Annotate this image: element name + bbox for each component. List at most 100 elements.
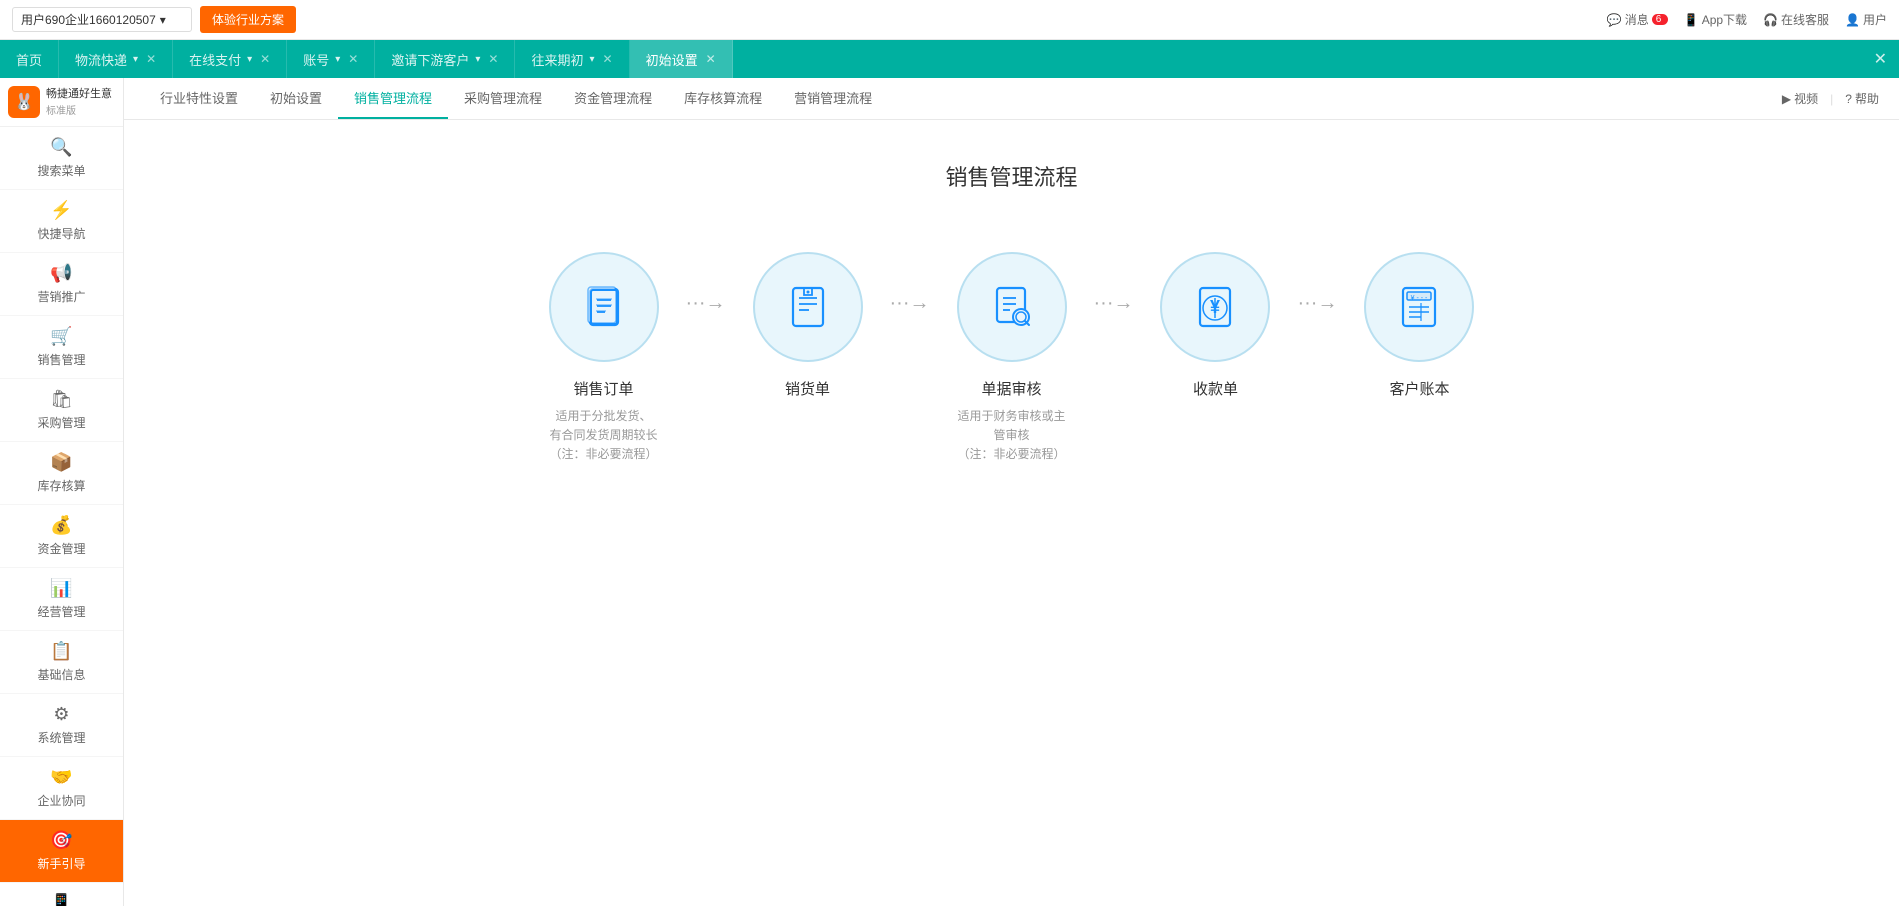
sidebar-item-quick[interactable]: ⚡ 快捷导航 — [0, 190, 123, 253]
lightning-icon: ⚡ — [50, 200, 72, 221]
sidebar-item-sales[interactable]: 🛒 销售管理 — [0, 316, 123, 379]
logo-icon: 🐰 — [8, 86, 40, 118]
sidebar-quick-label: 快捷导航 — [37, 225, 85, 242]
order-icon — [578, 281, 630, 333]
nav-tab-init-label: 初始设置 — [646, 50, 698, 69]
sidebar-item-operation[interactable]: 📊 经营管理 — [0, 568, 123, 631]
sidebar-finance-label: 资金管理 — [37, 540, 85, 557]
chevron-down-icon: ▾ — [133, 54, 138, 65]
user-avatar-btn[interactable]: 👤 用户 — [1845, 11, 1887, 28]
close-icon[interactable]: ✕ — [146, 52, 156, 66]
main-content: 行业特性设置 初始设置 销售管理流程 采购管理流程 资金管理流程 库存核算流程 … — [124, 78, 1899, 906]
flow-circle-delivery — [753, 252, 863, 362]
help-btn[interactable]: ? 帮助 — [1845, 90, 1879, 107]
delivery-icon — [782, 281, 834, 333]
sub-tab-marketing-flow[interactable]: 营销管理流程 — [778, 78, 888, 119]
video-label: 视频 — [1794, 90, 1818, 107]
sub-tab-marketing-flow-label: 营销管理流程 — [794, 88, 872, 107]
flow-title: 销售管理流程 — [945, 160, 1077, 192]
flow-step-sales-order: 销售订单 适用于分批发货、有合同发货周期较长（注：非必要流程） — [514, 252, 694, 465]
service-btn[interactable]: 🎧 在线客服 — [1763, 11, 1829, 28]
sidebar-item-search[interactable]: 🔍 搜索菜单 — [0, 127, 123, 190]
headset-icon: 🎧 — [1763, 13, 1778, 27]
nav-tab-home[interactable]: 首页 — [0, 40, 59, 78]
sidebar-search-label: 搜索菜单 — [37, 162, 85, 179]
nav-all-close-button[interactable]: ✕ — [1862, 40, 1899, 78]
sidebar-enterprise-label: 企业协同 — [37, 792, 85, 809]
sub-tab-industry-label: 行业特性设置 — [160, 88, 238, 107]
step-name-ledger: 客户账本 — [1389, 378, 1449, 399]
close-icon[interactable]: ✕ — [603, 52, 613, 66]
sub-tab-fund-flow-label: 资金管理流程 — [574, 88, 652, 107]
nav-tab-invite[interactable]: 邀请下游客户 ▾ ✕ — [375, 40, 515, 78]
money-icon: 💰 — [50, 515, 72, 536]
sidebar-item-guide[interactable]: 🎯 新手引导 — [0, 820, 123, 883]
review-icon — [986, 281, 1038, 333]
svg-text:¥ - - -: ¥ - - - — [1411, 295, 1428, 302]
sub-tab-init-label: 初始设置 — [270, 88, 322, 107]
message-label: 消息 — [1625, 11, 1649, 28]
flow-step-ledger: ¥ - - - 客户账本 — [1329, 252, 1509, 407]
sub-tab-sales-flow[interactable]: 销售管理流程 — [338, 78, 448, 119]
close-icon[interactable]: ✕ — [488, 52, 498, 66]
divider: | — [1830, 92, 1833, 106]
nav-tab-init[interactable]: 初始设置 ✕ — [630, 40, 733, 78]
user-select[interactable]: 用户690企业1660120507 ▾ — [12, 7, 192, 32]
clipboard-icon: 📋 — [50, 641, 72, 662]
app-download-btn[interactable]: 📱 App下载 — [1684, 11, 1747, 28]
receipt-icon: ¥ — [1189, 281, 1241, 333]
sidebar-item-purchase[interactable]: 🛍 采购管理 — [0, 379, 123, 442]
logo-version: 标准版 — [46, 102, 112, 117]
header-right: 💬 消息 6 📱 App下载 🎧 在线客服 👤 用户 — [1607, 11, 1887, 28]
video-help-btn[interactable]: ▶ 视频 — [1782, 90, 1818, 107]
message-btn[interactable]: 💬 消息 6 — [1607, 11, 1668, 28]
nav-tab-payment[interactable]: 在线支付 ▾ ✕ — [173, 40, 287, 78]
sidebar-item-apps[interactable]: 📱 应用中心 — [0, 883, 123, 906]
nav-tabs: 首页 物流快递 ▾ ✕ 在线支付 ▾ ✕ 账号 ▾ ✕ 邀请下游客户 ▾ ✕ 往… — [0, 40, 1899, 78]
chevron-down-icon: ▾ — [247, 54, 252, 65]
sidebar-item-marketing-promo[interactable]: 📢 营销推广 — [0, 253, 123, 316]
app-icon: 📱 — [1684, 13, 1699, 27]
sub-tab-inventory-flow-label: 库存核算流程 — [684, 88, 762, 107]
sub-tab-fund-flow[interactable]: 资金管理流程 — [558, 78, 668, 119]
sub-tab-purchase-flow-label: 采购管理流程 — [464, 88, 542, 107]
play-icon: ▶ — [1782, 92, 1791, 106]
sidebar-item-inventory[interactable]: 📦 库存核算 — [0, 442, 123, 505]
main-layout: 🐰 畅捷通好生意 标准版 🔍 搜索菜单 ⚡ 快捷导航 📢 营销推广 🛒 销售管理… — [0, 78, 1899, 906]
sub-tab-inventory-flow[interactable]: 库存核算流程 — [668, 78, 778, 119]
sidebar-item-finance[interactable]: 💰 资金管理 — [0, 505, 123, 568]
flow-circle-ledger: ¥ - - - — [1364, 252, 1474, 362]
close-icon[interactable]: ✕ — [706, 52, 716, 66]
sub-tab-right: ▶ 视频 | ? 帮助 — [1782, 90, 1879, 107]
chevron-down-icon: ▾ — [160, 13, 166, 27]
close-icon[interactable]: ✕ — [260, 52, 270, 66]
sidebar-operation-label: 经营管理 — [37, 603, 85, 620]
flow-circle-sales-order — [549, 252, 659, 362]
close-icon[interactable]: ✕ — [348, 52, 358, 66]
gear-icon: ⚙ — [53, 704, 69, 725]
handshake-icon: 🤝 — [50, 767, 72, 788]
sub-tab-purchase-flow[interactable]: 采购管理流程 — [448, 78, 558, 119]
sidebar-sales-label: 销售管理 — [37, 351, 85, 368]
nav-tab-payment-label: 在线支付 — [189, 50, 241, 69]
search-icon: 🔍 — [50, 137, 72, 158]
sidebar-item-enterprise[interactable]: 🤝 企业协同 — [0, 757, 123, 820]
sub-tab-init[interactable]: 初始设置 — [254, 78, 338, 119]
nav-tab-account[interactable]: 账号 ▾ ✕ — [287, 40, 375, 78]
nav-tab-logistics[interactable]: 物流快递 ▾ ✕ — [59, 40, 173, 78]
step-name-delivery: 销货单 — [785, 378, 830, 399]
sidebar-item-system[interactable]: ⚙ 系统管理 — [0, 694, 123, 757]
chevron-down-icon: ▾ — [589, 54, 594, 65]
sub-tab-sales-flow-label: 销售管理流程 — [354, 88, 432, 107]
trial-button[interactable]: 体验行业方案 — [200, 6, 296, 33]
sidebar-item-base[interactable]: 📋 基础信息 — [0, 631, 123, 694]
nav-tab-period[interactable]: 往来期初 ▾ ✕ — [515, 40, 629, 78]
user-select-value: 用户690企业1660120507 — [21, 11, 156, 28]
megaphone-icon: 📢 — [50, 263, 72, 284]
chevron-down-icon: ▾ — [475, 54, 480, 65]
question-icon: ? — [1845, 92, 1852, 106]
bag-icon: 🛍 — [50, 389, 73, 410]
flow-step-receipt: ¥ 收款单 — [1125, 252, 1305, 407]
sub-tab-industry[interactable]: 行业特性设置 — [144, 78, 254, 119]
header-left: 用户690企业1660120507 ▾ 体验行业方案 — [12, 6, 296, 33]
